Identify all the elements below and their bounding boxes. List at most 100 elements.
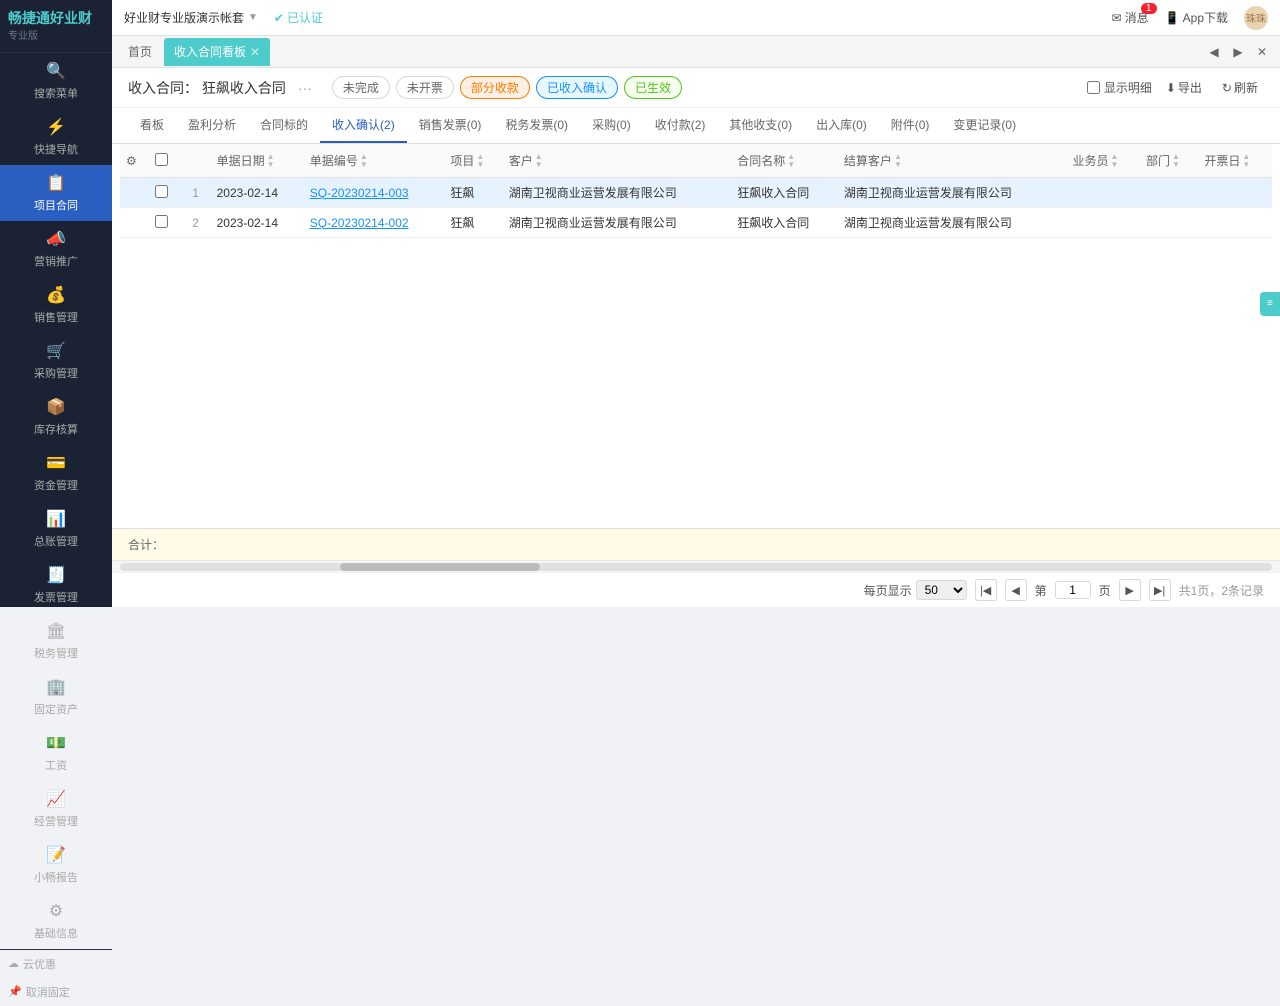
- table-footer: 合计：: [112, 528, 1280, 560]
- sidebar-icon-7: 💳: [46, 453, 66, 473]
- sidebar-item-7[interactable]: 💳资金管理: [0, 445, 112, 501]
- sidebar-nav: 🔍搜索菜单⚡快捷导航📋项目合同📣营销推广💰销售管理🛒采购管理📦库存核算💳资金管理…: [0, 53, 112, 949]
- col-customer[interactable]: 客户▲▼: [503, 144, 732, 178]
- home-tab[interactable]: 首页: [120, 43, 160, 60]
- show-detail-checkbox[interactable]: [1087, 81, 1100, 94]
- page-last-btn[interactable]: ▶|: [1149, 579, 1171, 601]
- sidebar-item-10[interactable]: 🏛税务管理: [0, 613, 112, 669]
- sub-tab-0[interactable]: 看板: [128, 108, 176, 143]
- col-invoice-date[interactable]: 开票日▲▼: [1198, 144, 1272, 178]
- sidebar-item-13[interactable]: 📈经营管理: [0, 781, 112, 837]
- col-docno-label: 单据编号: [310, 152, 358, 169]
- side-tool-btn[interactable]: ≡: [1262, 296, 1278, 312]
- page-next-btn[interactable]: ▶: [1119, 579, 1141, 601]
- select-all-checkbox[interactable]: [155, 153, 168, 166]
- status-partial[interactable]: 部分收款: [460, 76, 530, 99]
- sidebar-item-9[interactable]: 🧾发票管理: [0, 557, 112, 613]
- contract-header: 收入合同： 狂飙收入合同 ··· 未完成 未开票 部分收款 已收入确认 已生效 …: [112, 68, 1280, 108]
- cell-customer-1: 湖南卫视商业运营发展有限公司: [503, 208, 732, 238]
- status-effective[interactable]: 已生效: [624, 76, 682, 99]
- sidebar-item-5[interactable]: 🛒采购管理: [0, 333, 112, 389]
- message-button[interactable]: ✉ 消息 1: [1112, 9, 1149, 26]
- app-download-button[interactable]: 📱 App下载: [1165, 9, 1228, 26]
- status-incomplete[interactable]: 未完成: [332, 76, 390, 99]
- export-button[interactable]: ⬇ 导出: [1160, 77, 1208, 98]
- sidebar-item-4[interactable]: 💰销售管理: [0, 277, 112, 333]
- cell-checkbox-1[interactable]: [149, 208, 181, 238]
- active-tab[interactable]: 收入合同看板 ✕: [164, 38, 270, 66]
- sub-tab-4[interactable]: 销售发票(0): [407, 108, 494, 143]
- scrollbar-thumb[interactable]: [340, 563, 540, 571]
- close-tab-icon[interactable]: ✕: [250, 45, 260, 59]
- sidebar-bottom: ☁ 云优惠 📌 取消固定: [0, 949, 112, 1006]
- cell-date-0: 2023-02-14: [211, 178, 304, 208]
- page-input[interactable]: [1055, 581, 1091, 599]
- cell-docno-0[interactable]: SQ-20230214-003: [304, 178, 445, 208]
- sub-tab-6[interactable]: 采购(0): [580, 108, 643, 143]
- company-selector[interactable]: 好业财专业版演示帐套 ▼: [124, 9, 258, 26]
- sidebar-item-11[interactable]: 🏢固定资产: [0, 669, 112, 725]
- verified-check-icon: ✔: [274, 11, 284, 25]
- sidebar-bottom-cloud[interactable]: ☁ 云优惠: [0, 950, 112, 978]
- settings-icon[interactable]: ⚙: [126, 154, 137, 168]
- sidebar-item-14[interactable]: 📝小畅报告: [0, 837, 112, 893]
- table-row[interactable]: 2 2023-02-14 SQ-20230214-002 狂飙 湖南卫视商业运营…: [120, 208, 1272, 238]
- sidebar-item-6[interactable]: 📦库存核算: [0, 389, 112, 445]
- horizontal-scrollbar[interactable]: [112, 560, 1280, 572]
- sub-tab-8[interactable]: 其他收支(0): [717, 108, 804, 143]
- page-prev-btn[interactable]: ◀: [1005, 579, 1027, 601]
- doc-link-1[interactable]: SQ-20230214-002: [310, 216, 409, 230]
- sidebar-item-0[interactable]: 🔍搜索菜单: [0, 53, 112, 109]
- contract-more-icon[interactable]: ···: [294, 80, 316, 96]
- sub-tab-3[interactable]: 收入确认(2): [320, 108, 407, 143]
- page-size-select[interactable]: 50 100 200: [916, 580, 967, 600]
- sidebar-item-8[interactable]: 📊总账管理: [0, 501, 112, 557]
- sort-arrows-contract: ▲▼: [787, 153, 795, 169]
- sidebar-label-4: 销售管理: [34, 309, 78, 325]
- sidebar-item-1[interactable]: ⚡快捷导航: [0, 109, 112, 165]
- col-settings[interactable]: ⚙: [120, 144, 149, 178]
- page-first-btn[interactable]: |◀: [975, 579, 997, 601]
- sub-tab-7[interactable]: 收付款(2): [643, 108, 718, 143]
- sub-tab-2[interactable]: 合同标的: [248, 108, 320, 143]
- avatar: 珠珠: [1244, 6, 1268, 30]
- col-date[interactable]: 单据日期▲▼: [211, 144, 304, 178]
- col-docno[interactable]: 单据编号▲▼: [304, 144, 445, 178]
- cell-rownum-1: 2: [181, 208, 211, 238]
- sub-tab-11[interactable]: 变更记录(0): [941, 108, 1028, 143]
- sidebar-item-2[interactable]: 📋项目合同: [0, 165, 112, 221]
- logo-sub-text: 专业版: [8, 27, 104, 42]
- cell-checkbox-0[interactable]: [149, 178, 181, 208]
- cell-invoice-date-0: [1198, 178, 1272, 208]
- col-checkbox[interactable]: [149, 144, 181, 178]
- tab-nav-prev[interactable]: ◀: [1204, 42, 1224, 62]
- col-contract-name[interactable]: 合同名称▲▼: [731, 144, 838, 178]
- table-row[interactable]: 1 2023-02-14 SQ-20230214-003 狂飙 湖南卫视商业运营…: [120, 178, 1272, 208]
- col-project[interactable]: 项目▲▼: [444, 144, 502, 178]
- col-final-customer[interactable]: 结算客户▲▼: [838, 144, 1067, 178]
- sub-tab-1[interactable]: 盈利分析: [176, 108, 248, 143]
- col-department[interactable]: 部门▲▼: [1140, 144, 1198, 178]
- sub-tab-9[interactable]: 出入库(0): [804, 108, 879, 143]
- col-salesperson[interactable]: 业务员▲▼: [1066, 144, 1140, 178]
- status-no-invoice[interactable]: 未开票: [396, 76, 454, 99]
- sidebar-icon-1: ⚡: [46, 117, 66, 137]
- table-container[interactable]: ⚙ 单据日期▲▼ 单据编号▲▼ 项目▲▼ 客户▲▼ 合同名称▲▼ 结算客户▲▼ …: [112, 144, 1280, 528]
- sidebar-item-3[interactable]: 📣营销推广: [0, 221, 112, 277]
- tab-nav-next[interactable]: ▶: [1228, 42, 1248, 62]
- sub-tab-5[interactable]: 税务发票(0): [493, 108, 580, 143]
- sub-tab-10[interactable]: 附件(0): [879, 108, 942, 143]
- row-checkbox-1[interactable]: [155, 215, 168, 228]
- cell-docno-1[interactable]: SQ-20230214-002: [304, 208, 445, 238]
- doc-link-0[interactable]: SQ-20230214-003: [310, 186, 409, 200]
- sidebar-bottom-unpin[interactable]: 📌 取消固定: [0, 978, 112, 1006]
- row-checkbox-0[interactable]: [155, 185, 168, 198]
- data-table: ⚙ 单据日期▲▼ 单据编号▲▼ 项目▲▼ 客户▲▼ 合同名称▲▼ 结算客户▲▼ …: [120, 144, 1272, 238]
- show-detail-toggle[interactable]: 显示明细: [1087, 79, 1152, 96]
- sidebar-item-15[interactable]: ⚙基础信息: [0, 893, 112, 949]
- user-avatar[interactable]: 珠珠: [1244, 6, 1268, 30]
- refresh-button[interactable]: ↻ 刷新: [1216, 77, 1264, 98]
- tab-nav-close[interactable]: ✕: [1252, 42, 1272, 62]
- status-confirmed[interactable]: 已收入确认: [536, 76, 618, 99]
- sidebar-item-12[interactable]: 💵工资: [0, 725, 112, 781]
